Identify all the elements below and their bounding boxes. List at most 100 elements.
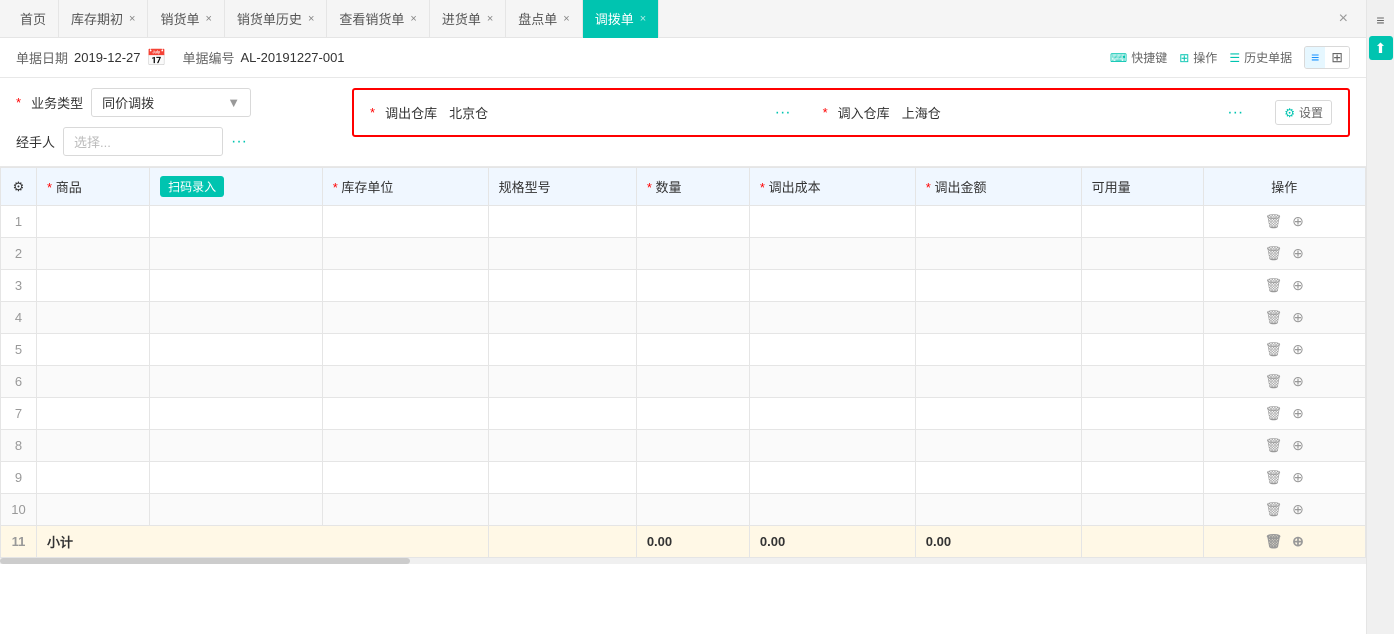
- row-unit-2[interactable]: [322, 238, 488, 270]
- tab-sales-order[interactable]: 销货单 ×: [148, 0, 224, 38]
- row-spec-5[interactable]: [488, 334, 636, 366]
- tab-transfer-order[interactable]: 调拨单 ×: [583, 0, 659, 38]
- row-amount-8[interactable]: [915, 430, 1081, 462]
- row-amount-7[interactable]: [915, 398, 1081, 430]
- row-unit-3[interactable]: [322, 270, 488, 302]
- row-cost-2[interactable]: [749, 238, 915, 270]
- tab-inventory-init[interactable]: 库存期初 ×: [59, 0, 148, 38]
- row-amount-5[interactable]: [915, 334, 1081, 366]
- row-copy-icon-6[interactable]: ⊕: [1292, 373, 1304, 389]
- row-quantity-10[interactable]: [636, 494, 749, 526]
- row-amount-10[interactable]: [915, 494, 1081, 526]
- row-cost-5[interactable]: [749, 334, 915, 366]
- row-spec-7[interactable]: [488, 398, 636, 430]
- handler-more-button[interactable]: ···: [231, 133, 247, 151]
- tab-purchase-order[interactable]: 进货单 ×: [430, 0, 506, 38]
- list-view-button[interactable]: ≡: [1305, 47, 1325, 68]
- row-unit-8[interactable]: [322, 430, 488, 462]
- row-spec-1[interactable]: [488, 206, 636, 238]
- handler-select[interactable]: 选择...: [63, 127, 223, 156]
- row-unit-9[interactable]: [322, 462, 488, 494]
- row-copy-icon-7[interactable]: ⊕: [1292, 405, 1304, 421]
- row-delete-icon-3[interactable]: 🗑: [1265, 277, 1283, 293]
- horizontal-scrollbar[interactable]: [0, 558, 1366, 564]
- row-delete-icon-4[interactable]: 🗑: [1265, 309, 1283, 325]
- row-product-10[interactable]: [37, 494, 150, 526]
- tab-bar-close-button[interactable]: ×: [1329, 6, 1358, 32]
- tab-home[interactable]: 首页: [8, 0, 59, 38]
- tab-close-inventory-init[interactable]: ×: [129, 13, 135, 25]
- row-delete-icon-7[interactable]: 🗑: [1265, 405, 1283, 421]
- calendar-icon[interactable]: 📅: [147, 48, 167, 68]
- row-quantity-8[interactable]: [636, 430, 749, 462]
- settings-button[interactable]: ⚙ 设置: [1275, 100, 1332, 125]
- row-cost-10[interactable]: [749, 494, 915, 526]
- tab-close-check-sales[interactable]: ×: [410, 13, 416, 25]
- sidebar-list-icon[interactable]: ≡: [1369, 8, 1393, 32]
- subtotal-copy-icon[interactable]: ⊕: [1292, 533, 1304, 549]
- out-warehouse-more-button[interactable]: ···: [775, 104, 791, 122]
- row-delete-icon-9[interactable]: 🗑: [1265, 469, 1283, 485]
- row-delete-icon-8[interactable]: 🗑: [1265, 437, 1283, 453]
- row-amount-1[interactable]: [915, 206, 1081, 238]
- row-copy-icon-1[interactable]: ⊕: [1292, 213, 1304, 229]
- row-delete-icon-1[interactable]: 🗑: [1265, 213, 1283, 229]
- row-spec-6[interactable]: [488, 366, 636, 398]
- row-spec-4[interactable]: [488, 302, 636, 334]
- row-delete-icon-5[interactable]: 🗑: [1265, 341, 1283, 357]
- subtotal-delete-icon[interactable]: 🗑: [1265, 533, 1283, 549]
- row-cost-1[interactable]: [749, 206, 915, 238]
- row-cost-4[interactable]: [749, 302, 915, 334]
- sidebar-external-icon[interactable]: ⬆: [1369, 36, 1393, 60]
- row-product-7[interactable]: [37, 398, 150, 430]
- row-cost-6[interactable]: [749, 366, 915, 398]
- row-copy-icon-2[interactable]: ⊕: [1292, 245, 1304, 261]
- row-amount-9[interactable]: [915, 462, 1081, 494]
- business-type-dropdown[interactable]: 同价调拨 ▼: [91, 88, 251, 117]
- row-unit-4[interactable]: [322, 302, 488, 334]
- row-amount-4[interactable]: [915, 302, 1081, 334]
- row-unit-6[interactable]: [322, 366, 488, 398]
- row-spec-3[interactable]: [488, 270, 636, 302]
- row-quantity-1[interactable]: [636, 206, 749, 238]
- shortcut-button[interactable]: ⌨ 快捷键: [1110, 49, 1167, 66]
- row-unit-1[interactable]: [322, 206, 488, 238]
- row-unit-5[interactable]: [322, 334, 488, 366]
- row-spec-9[interactable]: [488, 462, 636, 494]
- row-product-1[interactable]: [37, 206, 150, 238]
- history-button[interactable]: ☰ 历史单据: [1229, 49, 1292, 66]
- row-product-6[interactable]: [37, 366, 150, 398]
- tab-sales-history[interactable]: 销货单历史 ×: [225, 0, 327, 38]
- tab-check-sales[interactable]: 查看销货单 ×: [327, 0, 429, 38]
- row-copy-icon-3[interactable]: ⊕: [1292, 277, 1304, 293]
- row-amount-3[interactable]: [915, 270, 1081, 302]
- row-amount-6[interactable]: [915, 366, 1081, 398]
- tab-close-sales-history[interactable]: ×: [308, 13, 314, 25]
- row-quantity-2[interactable]: [636, 238, 749, 270]
- row-copy-icon-4[interactable]: ⊕: [1292, 309, 1304, 325]
- row-product-8[interactable]: [37, 430, 150, 462]
- row-delete-icon-2[interactable]: 🗑: [1265, 245, 1283, 261]
- row-copy-icon-10[interactable]: ⊕: [1292, 501, 1304, 517]
- row-unit-10[interactable]: [322, 494, 488, 526]
- row-cost-3[interactable]: [749, 270, 915, 302]
- row-unit-7[interactable]: [322, 398, 488, 430]
- row-cost-8[interactable]: [749, 430, 915, 462]
- row-spec-8[interactable]: [488, 430, 636, 462]
- row-copy-icon-8[interactable]: ⊕: [1292, 437, 1304, 453]
- scan-input-button[interactable]: 扫码录入: [160, 176, 224, 197]
- tab-close-inventory-check[interactable]: ×: [563, 13, 569, 25]
- tab-close-purchase-order[interactable]: ×: [487, 13, 493, 25]
- row-product-5[interactable]: [37, 334, 150, 366]
- row-quantity-5[interactable]: [636, 334, 749, 366]
- row-delete-icon-10[interactable]: 🗑: [1265, 501, 1283, 517]
- col-settings[interactable]: ⚙: [1, 168, 37, 206]
- row-quantity-7[interactable]: [636, 398, 749, 430]
- row-product-3[interactable]: [37, 270, 150, 302]
- row-quantity-3[interactable]: [636, 270, 749, 302]
- in-warehouse-more-button[interactable]: ···: [1227, 104, 1243, 122]
- tab-inventory-check[interactable]: 盘点单 ×: [506, 0, 582, 38]
- row-cost-7[interactable]: [749, 398, 915, 430]
- row-delete-icon-6[interactable]: 🗑: [1265, 373, 1283, 389]
- tab-close-transfer-order[interactable]: ×: [640, 13, 646, 25]
